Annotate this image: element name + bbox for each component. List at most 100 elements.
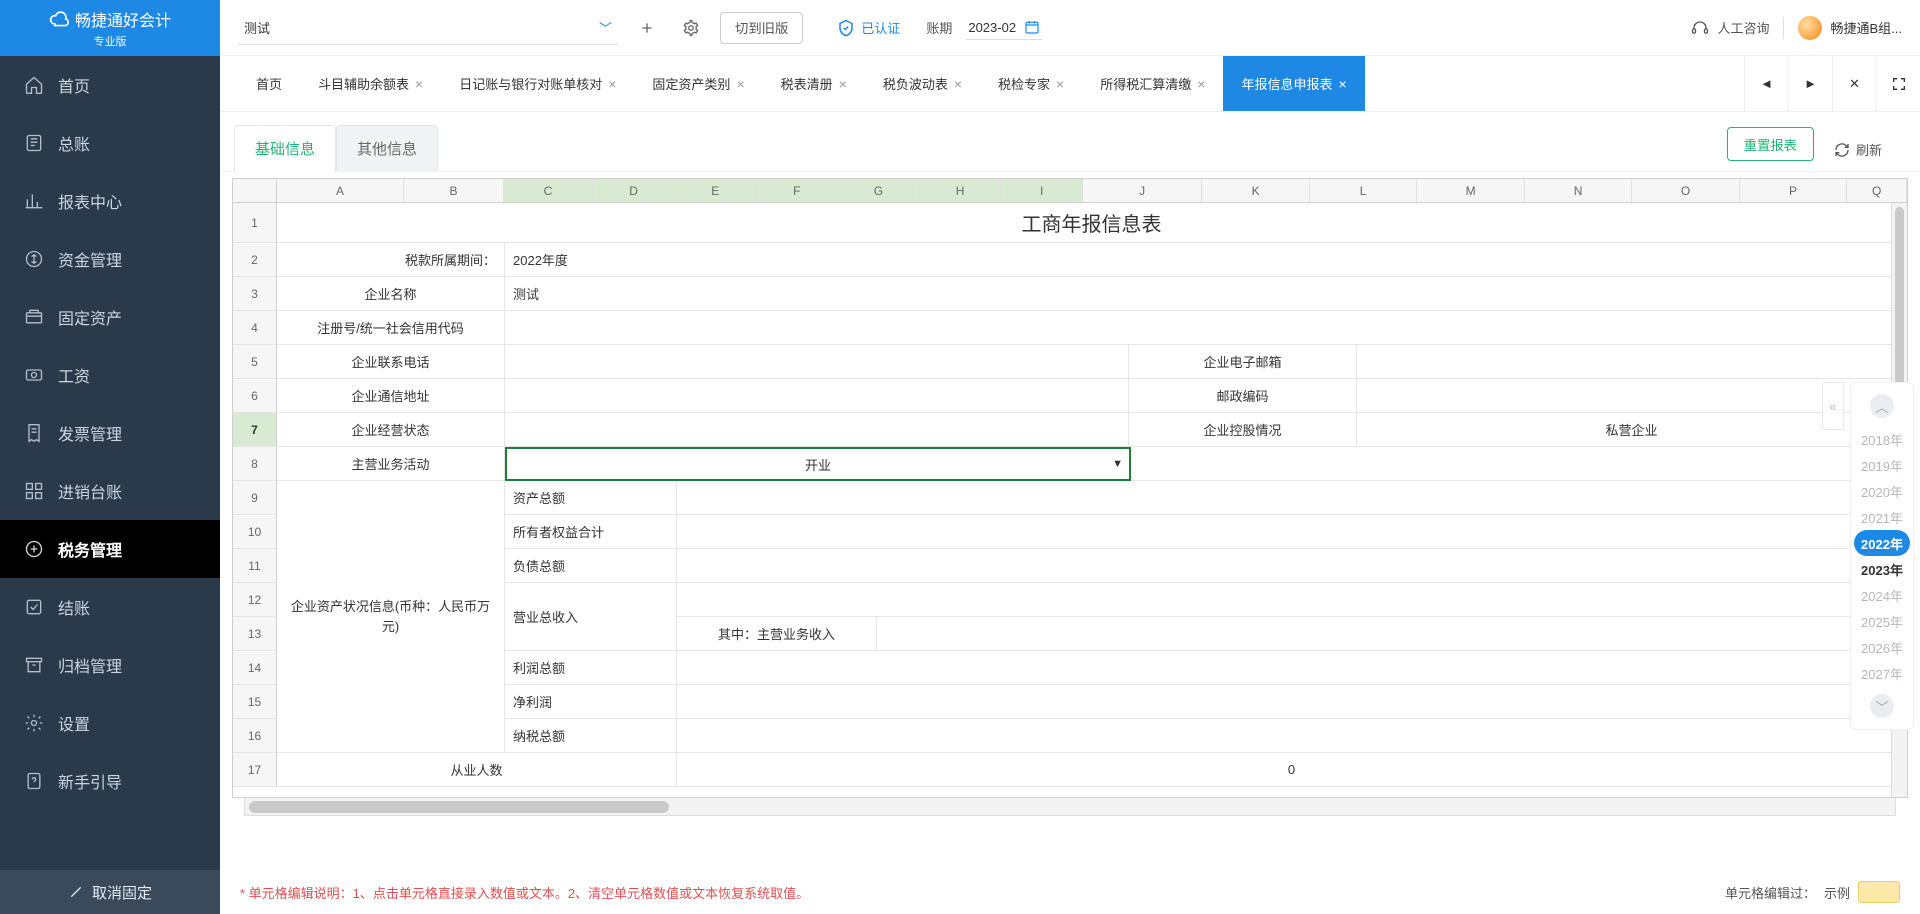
row-7[interactable]: 7 (233, 413, 277, 447)
close-icon[interactable]: × (1338, 76, 1346, 92)
row-2[interactable]: 2 (233, 243, 277, 277)
sidebar-item-reports[interactable]: 报表中心 (0, 172, 220, 230)
r14-value[interactable] (677, 651, 1907, 685)
r3-value[interactable]: 测试 (505, 277, 1907, 311)
r11-value[interactable] (677, 549, 1907, 583)
col-D[interactable]: D (593, 179, 675, 202)
tab[interactable]: 斗目辅助余额表× (300, 56, 441, 111)
year-up[interactable]: ︿ (1870, 394, 1894, 418)
fullscreen-button[interactable] (1876, 56, 1920, 112)
sidebar-item-settings[interactable]: 设置 (0, 694, 220, 752)
close-icon[interactable]: × (736, 76, 744, 92)
row-14[interactable]: 14 (233, 651, 277, 685)
unpin-button[interactable]: 取消固定 (0, 870, 220, 914)
row-11[interactable]: 11 (233, 549, 277, 583)
sidebar-item-payroll[interactable]: 工资 (0, 346, 220, 404)
tab[interactable]: 年报信息申报表× (1223, 56, 1364, 111)
r2-value[interactable]: 2022年度 (505, 243, 1907, 277)
close-icon[interactable]: × (839, 76, 847, 92)
year-option[interactable]: 2023年 (1854, 556, 1910, 582)
r10-value[interactable] (677, 515, 1907, 549)
r5-value[interactable] (505, 345, 1129, 379)
tab[interactable]: 税表清册× (763, 56, 865, 111)
col-F[interactable]: F (757, 179, 839, 202)
r5-value2[interactable] (1357, 345, 1907, 379)
row-3[interactable]: 3 (233, 277, 277, 311)
tab-scroll-right[interactable]: ► (1788, 56, 1832, 112)
row-17[interactable]: 17 (233, 753, 277, 787)
sidebar-item-invoice[interactable]: 发票管理 (0, 404, 220, 462)
year-option[interactable]: 2018年 (1854, 426, 1910, 452)
close-icon[interactable]: × (415, 76, 423, 92)
org-selector[interactable]: 测试 ﹀ (238, 11, 618, 45)
row-16[interactable]: 16 (233, 719, 277, 753)
year-option[interactable]: 2025年 (1854, 608, 1910, 634)
sidebar-item-closing[interactable]: 结账 (0, 578, 220, 636)
close-icon[interactable]: × (1197, 76, 1205, 92)
tab[interactable]: 日记账与银行对账单核对× (441, 56, 634, 111)
sidebar-item-tax[interactable]: 税务管理 (0, 520, 220, 578)
year-rail-collapse[interactable]: « (1822, 382, 1844, 430)
add-button[interactable] (632, 13, 662, 43)
sidebar-item-archive[interactable]: 归档管理 (0, 636, 220, 694)
year-option[interactable]: 2021年 (1854, 504, 1910, 530)
col-L[interactable]: L (1310, 179, 1417, 202)
col-N[interactable]: N (1525, 179, 1632, 202)
col-H[interactable]: H (920, 179, 1002, 202)
row-1[interactable]: 1 (233, 203, 277, 243)
row-4[interactable]: 4 (233, 311, 277, 345)
year-option[interactable]: 2027年 (1854, 660, 1910, 686)
year-option[interactable]: 2024年 (1854, 582, 1910, 608)
settings-icon-button[interactable] (676, 13, 706, 43)
row-9[interactable]: 9 (233, 481, 277, 515)
tab-close-all[interactable]: ✕ (1832, 56, 1876, 112)
year-down[interactable]: ﹀ (1870, 694, 1894, 718)
tab[interactable]: 首页 (238, 56, 300, 111)
col-O[interactable]: O (1632, 179, 1739, 202)
reset-report-button[interactable]: 重置报表 (1727, 127, 1814, 161)
row-6[interactable]: 6 (233, 379, 277, 413)
close-icon[interactable]: × (608, 76, 616, 92)
sidebar-item-ledger[interactable]: 总账 (0, 114, 220, 172)
col-I[interactable]: I (1001, 179, 1083, 202)
sidebar-item-funds[interactable]: 资金管理 (0, 230, 220, 288)
col-B[interactable]: B (404, 179, 504, 202)
tab[interactable]: 所得税汇算清缴× (1082, 56, 1223, 111)
subtab-other[interactable]: 其他信息 (336, 125, 438, 171)
row-10[interactable]: 10 (233, 515, 277, 549)
refresh-button[interactable]: 刷新 (1834, 140, 1882, 159)
r7-value[interactable] (505, 413, 1129, 447)
support-link[interactable]: 人工咨询 (1691, 18, 1769, 37)
active-cell-dropdown[interactable]: 开业 ▼ (505, 447, 1131, 481)
sidebar-item-inventory[interactable]: 进销台账 (0, 462, 220, 520)
col-A[interactable]: A (277, 179, 404, 202)
horizontal-scrollbar[interactable] (244, 798, 1896, 816)
r4-value[interactable] (505, 311, 1907, 345)
period-picker[interactable]: 2023-02 (966, 15, 1042, 40)
row-12[interactable]: 12 (233, 583, 277, 617)
row-5[interactable]: 5 (233, 345, 277, 379)
year-option[interactable]: 2022年 (1854, 530, 1910, 556)
year-option[interactable]: 2019年 (1854, 452, 1910, 478)
tab[interactable]: 固定资产类别× (634, 56, 762, 111)
tab[interactable]: 税检专家× (980, 56, 1082, 111)
r12-value[interactable] (677, 583, 1907, 617)
sidebar-item-fixed-assets[interactable]: 固定资产 (0, 288, 220, 346)
user-menu[interactable]: 畅捷通B组... (1798, 16, 1902, 40)
tab-scroll-left[interactable]: ◄ (1744, 56, 1788, 112)
r6-value[interactable] (505, 379, 1129, 413)
corner[interactable] (233, 179, 277, 202)
close-icon[interactable]: × (1056, 76, 1064, 92)
r9-value[interactable] (677, 481, 1907, 515)
sidebar-item-guide[interactable]: 新手引导 (0, 752, 220, 810)
r16-value[interactable] (677, 719, 1907, 753)
r13-value[interactable] (877, 617, 1907, 651)
switch-old-button[interactable]: 切到旧版 (720, 12, 803, 44)
row-15[interactable]: 15 (233, 685, 277, 719)
col-M[interactable]: M (1417, 179, 1524, 202)
col-Q[interactable]: Q (1847, 179, 1907, 202)
year-option[interactable]: 2026年 (1854, 634, 1910, 660)
year-option[interactable]: 2020年 (1854, 478, 1910, 504)
row-8[interactable]: 8 (233, 447, 277, 481)
tab[interactable]: 税负波动表× (865, 56, 980, 111)
